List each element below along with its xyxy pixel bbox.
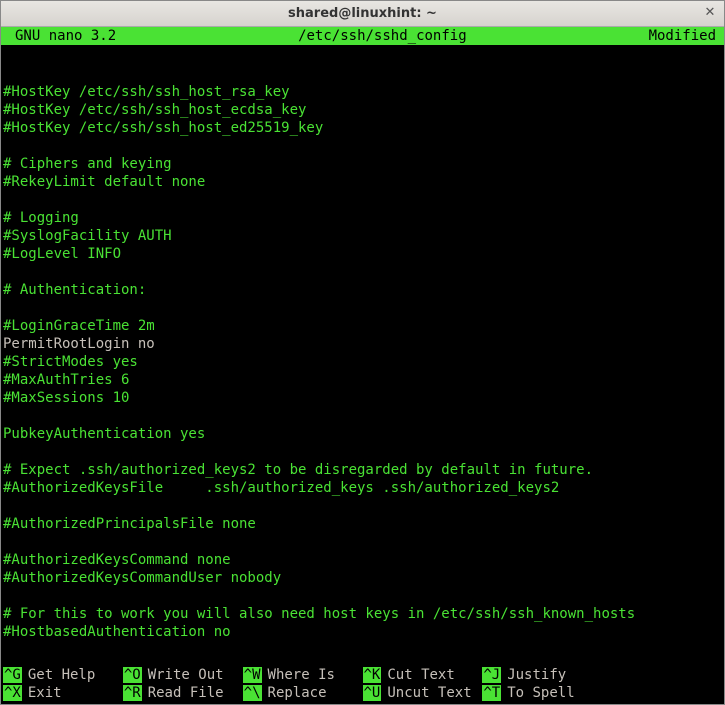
shortcut-desc: Cut Text bbox=[381, 667, 454, 683]
shortcut-key: ^O bbox=[123, 667, 142, 683]
nano-file-path: /etc/ssh/sshd_config bbox=[116, 27, 648, 45]
shortcut-key: ^G bbox=[3, 667, 22, 683]
editor-line[interactable]: # Authentication: bbox=[3, 281, 724, 299]
shortcut-desc: Read File bbox=[142, 685, 224, 701]
editor-line[interactable]: #HostKey /etc/ssh/ssh_host_ed25519_key bbox=[3, 119, 724, 137]
shortcut-key: ^W bbox=[243, 667, 262, 683]
editor-line[interactable] bbox=[3, 47, 724, 65]
shortcut-item bbox=[602, 684, 722, 702]
shortcut-item: ^TTo Spell bbox=[482, 684, 602, 702]
close-icon[interactable]: ✕ bbox=[702, 5, 718, 21]
editor-line[interactable]: #AuthorizedKeysCommand none bbox=[3, 551, 724, 569]
editor-line[interactable]: #LoginGraceTime 2m bbox=[3, 317, 724, 335]
editor-line[interactable]: # For this to work you will also need ho… bbox=[3, 605, 724, 623]
terminal-area[interactable]: GNU nano 3.2 /etc/ssh/sshd_config Modifi… bbox=[1, 27, 724, 704]
shortcut-desc: Exit bbox=[22, 685, 62, 701]
editor-line[interactable] bbox=[3, 137, 724, 155]
shortcut-desc: To Spell bbox=[501, 685, 574, 701]
editor-line[interactable]: PubkeyAuthentication yes bbox=[3, 425, 724, 443]
nano-version: GNU nano 3.2 bbox=[3, 27, 116, 45]
nano-status: Modified bbox=[649, 27, 722, 45]
editor-line[interactable]: #AuthorizedPrincipalsFile none bbox=[3, 515, 724, 533]
editor-line[interactable] bbox=[3, 533, 724, 551]
shortcut-key: ^K bbox=[363, 667, 382, 683]
editor-line[interactable]: #AuthorizedKeysCommandUser nobody bbox=[3, 569, 724, 587]
shortcut-item: ^RRead File bbox=[123, 684, 243, 702]
shortcut-key: ^\ bbox=[243, 685, 262, 701]
shortcut-desc: Justify bbox=[501, 667, 566, 683]
shortcut-item: ^KCut Text bbox=[363, 666, 483, 684]
editor-content[interactable]: #HostKey /etc/ssh/ssh_host_rsa_key#HostK… bbox=[1, 45, 724, 666]
editor-line[interactable]: #StrictModes yes bbox=[3, 353, 724, 371]
editor-line[interactable]: #MaxAuthTries 6 bbox=[3, 371, 724, 389]
shortcut-bar: ^GGet Help^OWrite Out^WWhere Is^KCut Tex… bbox=[1, 666, 724, 704]
terminal-window: shared@linuxhint: ~ ✕ GNU nano 3.2 /etc/… bbox=[0, 0, 725, 705]
editor-line[interactable] bbox=[3, 299, 724, 317]
editor-line[interactable]: # Expect .ssh/authorized_keys2 to be dis… bbox=[3, 461, 724, 479]
editor-line[interactable] bbox=[3, 191, 724, 209]
shortcut-item: ^XExit bbox=[3, 684, 123, 702]
editor-line[interactable]: # Ciphers and keying bbox=[3, 155, 724, 173]
editor-line[interactable]: PermitRootLogin no bbox=[3, 335, 724, 353]
editor-line[interactable]: #HostbasedAuthentication no bbox=[3, 623, 724, 641]
editor-line[interactable]: #LogLevel INFO bbox=[3, 245, 724, 263]
shortcut-key: ^U bbox=[363, 685, 382, 701]
editor-line[interactable] bbox=[3, 65, 724, 83]
shortcut-item bbox=[602, 666, 722, 684]
shortcut-desc: Get Help bbox=[22, 667, 95, 683]
shortcut-desc: Write Out bbox=[142, 667, 224, 683]
shortcut-desc: Where Is bbox=[262, 667, 335, 683]
editor-line[interactable] bbox=[3, 497, 724, 515]
window-titlebar[interactable]: shared@linuxhint: ~ ✕ bbox=[1, 1, 724, 27]
shortcut-key: ^T bbox=[482, 685, 501, 701]
editor-line[interactable]: #RekeyLimit default none bbox=[3, 173, 724, 191]
editor-line[interactable] bbox=[3, 407, 724, 425]
shortcut-item: ^WWhere Is bbox=[243, 666, 363, 684]
editor-line[interactable]: #MaxSessions 10 bbox=[3, 389, 724, 407]
editor-line[interactable]: #HostKey /etc/ssh/ssh_host_rsa_key bbox=[3, 83, 724, 101]
shortcut-item: ^OWrite Out bbox=[123, 666, 243, 684]
nano-header-bar: GNU nano 3.2 /etc/ssh/sshd_config Modifi… bbox=[1, 27, 724, 45]
shortcut-key: ^J bbox=[482, 667, 501, 683]
shortcut-item: ^GGet Help bbox=[3, 666, 123, 684]
editor-line[interactable]: #AuthorizedKeysFile .ssh/authorized_keys… bbox=[3, 479, 724, 497]
shortcut-item: ^UUncut Text bbox=[363, 684, 483, 702]
window-title: shared@linuxhint: ~ bbox=[288, 6, 437, 21]
editor-line[interactable]: # Logging bbox=[3, 209, 724, 227]
shortcut-key: ^X bbox=[3, 685, 22, 701]
shortcut-desc: Uncut Text bbox=[381, 685, 471, 701]
editor-line[interactable] bbox=[3, 443, 724, 461]
shortcut-item: ^JJustify bbox=[482, 666, 602, 684]
editor-line[interactable] bbox=[3, 263, 724, 281]
editor-line[interactable] bbox=[3, 587, 724, 605]
editor-line[interactable]: #SyslogFacility AUTH bbox=[3, 227, 724, 245]
shortcut-desc: Replace bbox=[262, 685, 327, 701]
shortcut-key: ^R bbox=[123, 685, 142, 701]
editor-line[interactable]: #HostKey /etc/ssh/ssh_host_ecdsa_key bbox=[3, 101, 724, 119]
shortcut-item: ^\Replace bbox=[243, 684, 363, 702]
